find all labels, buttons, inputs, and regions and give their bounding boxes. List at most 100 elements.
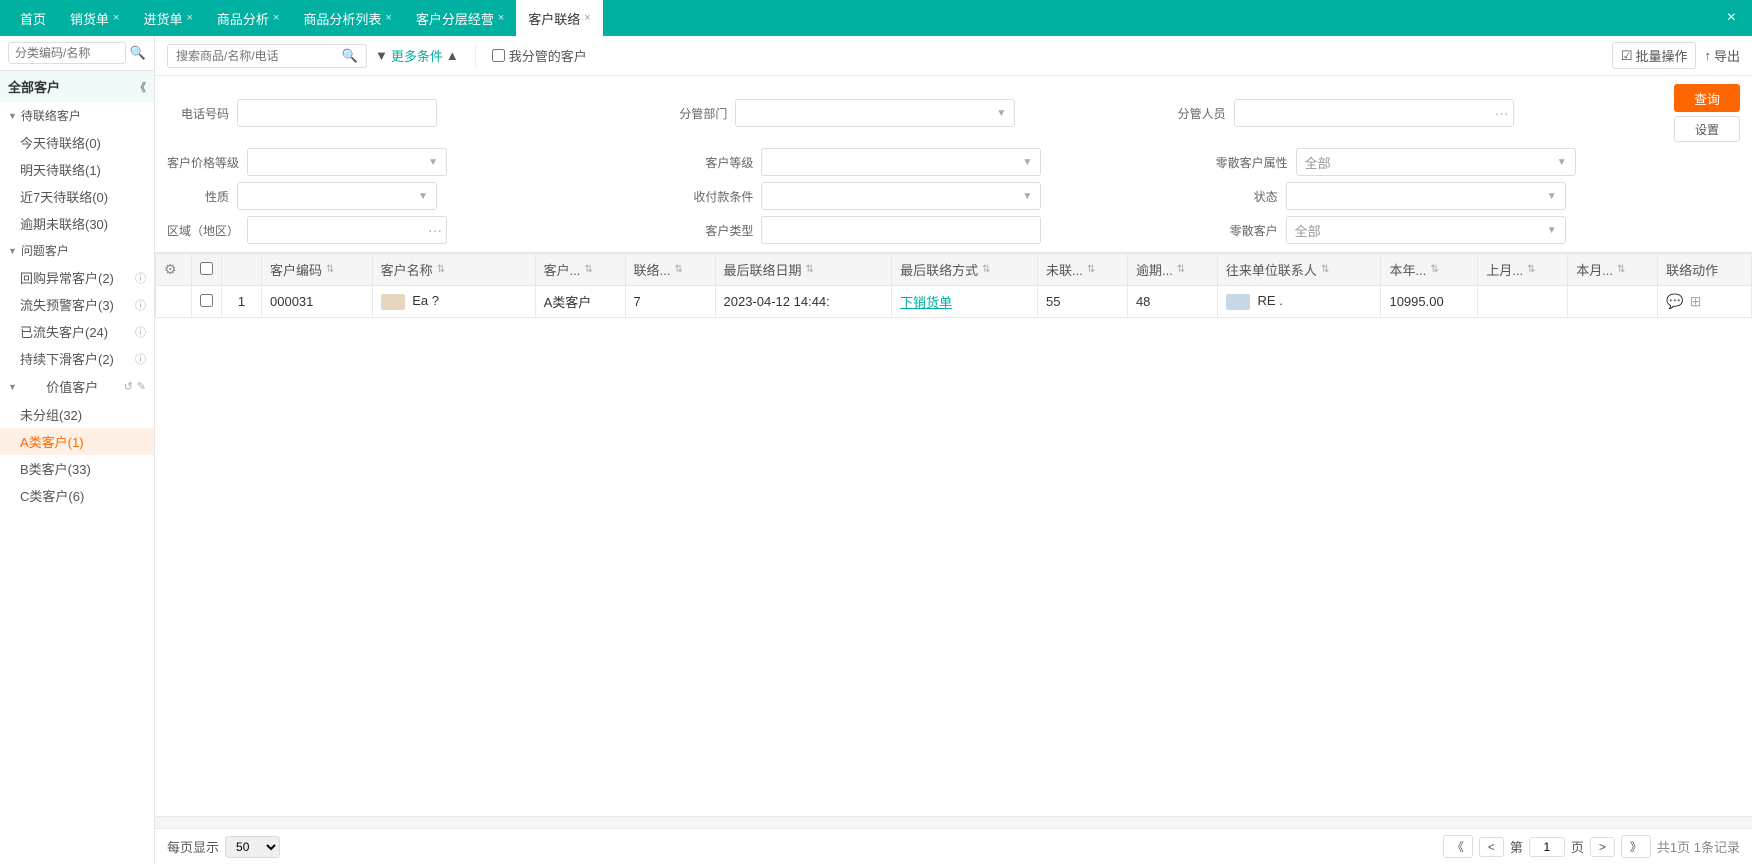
sidebar-search-input[interactable]: [8, 42, 126, 64]
th-contact-sort[interactable]: ⇅: [674, 264, 682, 275]
filter-search-icon[interactable]: 🔍: [342, 48, 358, 64]
sidebar-collapse-icon[interactable]: 《: [135, 79, 146, 95]
sidebar-section-problem[interactable]: 问题客户: [0, 237, 154, 264]
filter-more-btn[interactable]: ▼ 更多条件 ▲: [375, 46, 459, 65]
customer-level-select[interactable]: ▼: [761, 148, 1041, 176]
query-btn[interactable]: 查询: [1674, 84, 1740, 112]
th-no-contact-sort[interactable]: ⇅: [1087, 264, 1095, 275]
horizontal-scrollbar[interactable]: [155, 816, 1752, 828]
payment-select[interactable]: ▼: [761, 182, 1041, 210]
last-page-btn[interactable]: 》: [1621, 835, 1651, 858]
export-btn[interactable]: ↑ 导出: [1704, 46, 1740, 65]
sidebar-item-churn-warning[interactable]: 流失预警客户(3) ⓘ: [0, 291, 154, 318]
field-customer-type: 客户类型: [691, 216, 1215, 244]
nav-analysis[interactable]: 商品分析 ×: [205, 0, 291, 36]
nav-analysis-list[interactable]: 商品分析列表 ×: [291, 0, 403, 36]
nav-sales[interactable]: 销货单 ×: [58, 0, 131, 36]
customer-type-input[interactable]: [761, 216, 1041, 244]
sidebar-item-7days[interactable]: 近7天待联络(0): [0, 183, 154, 210]
filter-search-input[interactable]: [176, 49, 342, 63]
nav-purchase[interactable]: 进货单 ×: [131, 0, 204, 36]
export-label: 导出: [1714, 46, 1740, 65]
td-action: 💬 ⊞: [1658, 286, 1752, 318]
batch-op-btn[interactable]: ☑ 批量操作: [1612, 42, 1697, 69]
sidebar-item-c-class[interactable]: C类客户(6): [0, 482, 154, 509]
sidebar-item-tomorrow[interactable]: 明天待联络(1): [0, 156, 154, 183]
manager-input[interactable]: [1235, 106, 1491, 120]
th-last-date-sort[interactable]: ⇅: [806, 264, 814, 275]
th-this-month-label: 本月...: [1576, 260, 1613, 279]
sidebar-item-today[interactable]: 今天待联络(0): [0, 129, 154, 156]
first-page-btn[interactable]: 《: [1443, 835, 1473, 858]
th-type-sort[interactable]: ⇅: [584, 264, 592, 275]
sidebar-section-pending[interactable]: 待联络客户: [0, 102, 154, 129]
sidebar-section-value[interactable]: 价值客户 ↺ ✎: [0, 372, 154, 401]
my-customers-checkbox-area[interactable]: 我分管的客户: [492, 46, 587, 65]
row-checkbox[interactable]: [200, 294, 213, 307]
region-input-area[interactable]: ···: [247, 216, 447, 244]
nav-sales-close[interactable]: ×: [113, 12, 119, 24]
prev-page-btn[interactable]: <: [1479, 837, 1504, 857]
sidebar-item-overdue[interactable]: 逾期未联络(30): [0, 210, 154, 237]
page-input[interactable]: [1529, 837, 1565, 857]
unit-contact-avatar: [1226, 294, 1250, 310]
region-dots-btn[interactable]: ···: [424, 222, 446, 238]
last-method-link[interactable]: 下销货单: [900, 295, 952, 310]
sidebar-search-icon[interactable]: 🔍: [130, 45, 146, 61]
th-last-month-sort[interactable]: ⇅: [1527, 264, 1535, 275]
nav-customer-contact-close[interactable]: ×: [584, 12, 590, 24]
th-overdue-sort[interactable]: ⇅: [1177, 264, 1185, 275]
th-this-month-sort[interactable]: ⇅: [1617, 264, 1625, 275]
select-all-checkbox[interactable]: [200, 262, 213, 275]
nature-select[interactable]: ▼: [237, 182, 437, 210]
page-suffix: 页: [1571, 837, 1584, 856]
page-size-select[interactable]: 20 50 100 200: [225, 836, 280, 858]
nav-customer-segment[interactable]: 客户分层经营 ×: [404, 0, 516, 36]
th-type: 客户... ⇅: [535, 254, 625, 286]
nav-purchase-close[interactable]: ×: [186, 12, 192, 24]
nav-analysis-close[interactable]: ×: [273, 12, 279, 24]
table-row: 1 000031 Ea ? A类客户 7: [156, 286, 1752, 318]
table-settings-icon[interactable]: ⚙: [164, 261, 177, 277]
sidebar-item-b-class[interactable]: B类客户(33): [0, 455, 154, 482]
retail-customer-select[interactable]: 全部 ▼: [1286, 216, 1566, 244]
th-last-date-label: 最后联络日期: [724, 260, 802, 279]
sidebar-item-declining[interactable]: 持续下滑客户(2) ⓘ: [0, 345, 154, 372]
region-input[interactable]: [248, 223, 424, 237]
td-contact-count: 7: [625, 286, 715, 318]
nav-home[interactable]: 首页: [8, 0, 58, 36]
nav-customer-segment-close[interactable]: ×: [498, 12, 504, 24]
status-select[interactable]: ▼: [1286, 182, 1566, 210]
settings-btn[interactable]: 设置: [1674, 116, 1740, 142]
th-code-sort[interactable]: ⇅: [326, 264, 334, 275]
sidebar-item-a-class[interactable]: A类客户(1): [0, 428, 154, 455]
my-customers-checkbox[interactable]: [492, 49, 505, 62]
status-label: 状态: [1216, 188, 1286, 205]
th-unit-contact-sort[interactable]: ⇅: [1321, 264, 1329, 275]
phone-input[interactable]: [237, 99, 437, 127]
sidebar-item-unclassified[interactable]: 未分组(32): [0, 401, 154, 428]
window-close-btn[interactable]: ×: [1719, 9, 1744, 27]
th-last-method-sort[interactable]: ⇅: [982, 264, 990, 275]
sidebar-all-customers[interactable]: 全部客户 《: [0, 71, 154, 102]
next-page-btn[interactable]: >: [1590, 837, 1615, 857]
grid-action-icon[interactable]: ⊞: [1690, 293, 1702, 310]
manager-dots-btn[interactable]: ···: [1491, 105, 1513, 121]
value-edit-icon[interactable]: ✎: [137, 380, 146, 393]
manager-input-area[interactable]: ···: [1234, 99, 1514, 127]
td-no: 1: [222, 286, 262, 318]
dept-select[interactable]: ▼: [735, 99, 1015, 127]
comment-action-icon[interactable]: 💬: [1666, 293, 1683, 310]
sidebar-item-repurchase-abnormal[interactable]: 回购异常客户(2) ⓘ: [0, 264, 154, 291]
nav-customer-contact[interactable]: 客户联络 ×: [516, 0, 602, 36]
sidebar-item-churned[interactable]: 已流失客户(24) ⓘ: [0, 318, 154, 345]
value-refresh-icon[interactable]: ↺: [124, 380, 133, 393]
filter-search-box[interactable]: 🔍: [167, 44, 367, 68]
price-level-select[interactable]: ▼: [247, 148, 447, 176]
retail-attr-select[interactable]: 全部 ▼: [1296, 148, 1576, 176]
th-this-year-sort[interactable]: ⇅: [1430, 264, 1438, 275]
nav-analysis-list-close[interactable]: ×: [385, 12, 391, 24]
th-name-sort[interactable]: ⇅: [437, 264, 445, 275]
td-type: A类客户: [535, 286, 625, 318]
td-last-method: 下销货单: [892, 286, 1038, 318]
